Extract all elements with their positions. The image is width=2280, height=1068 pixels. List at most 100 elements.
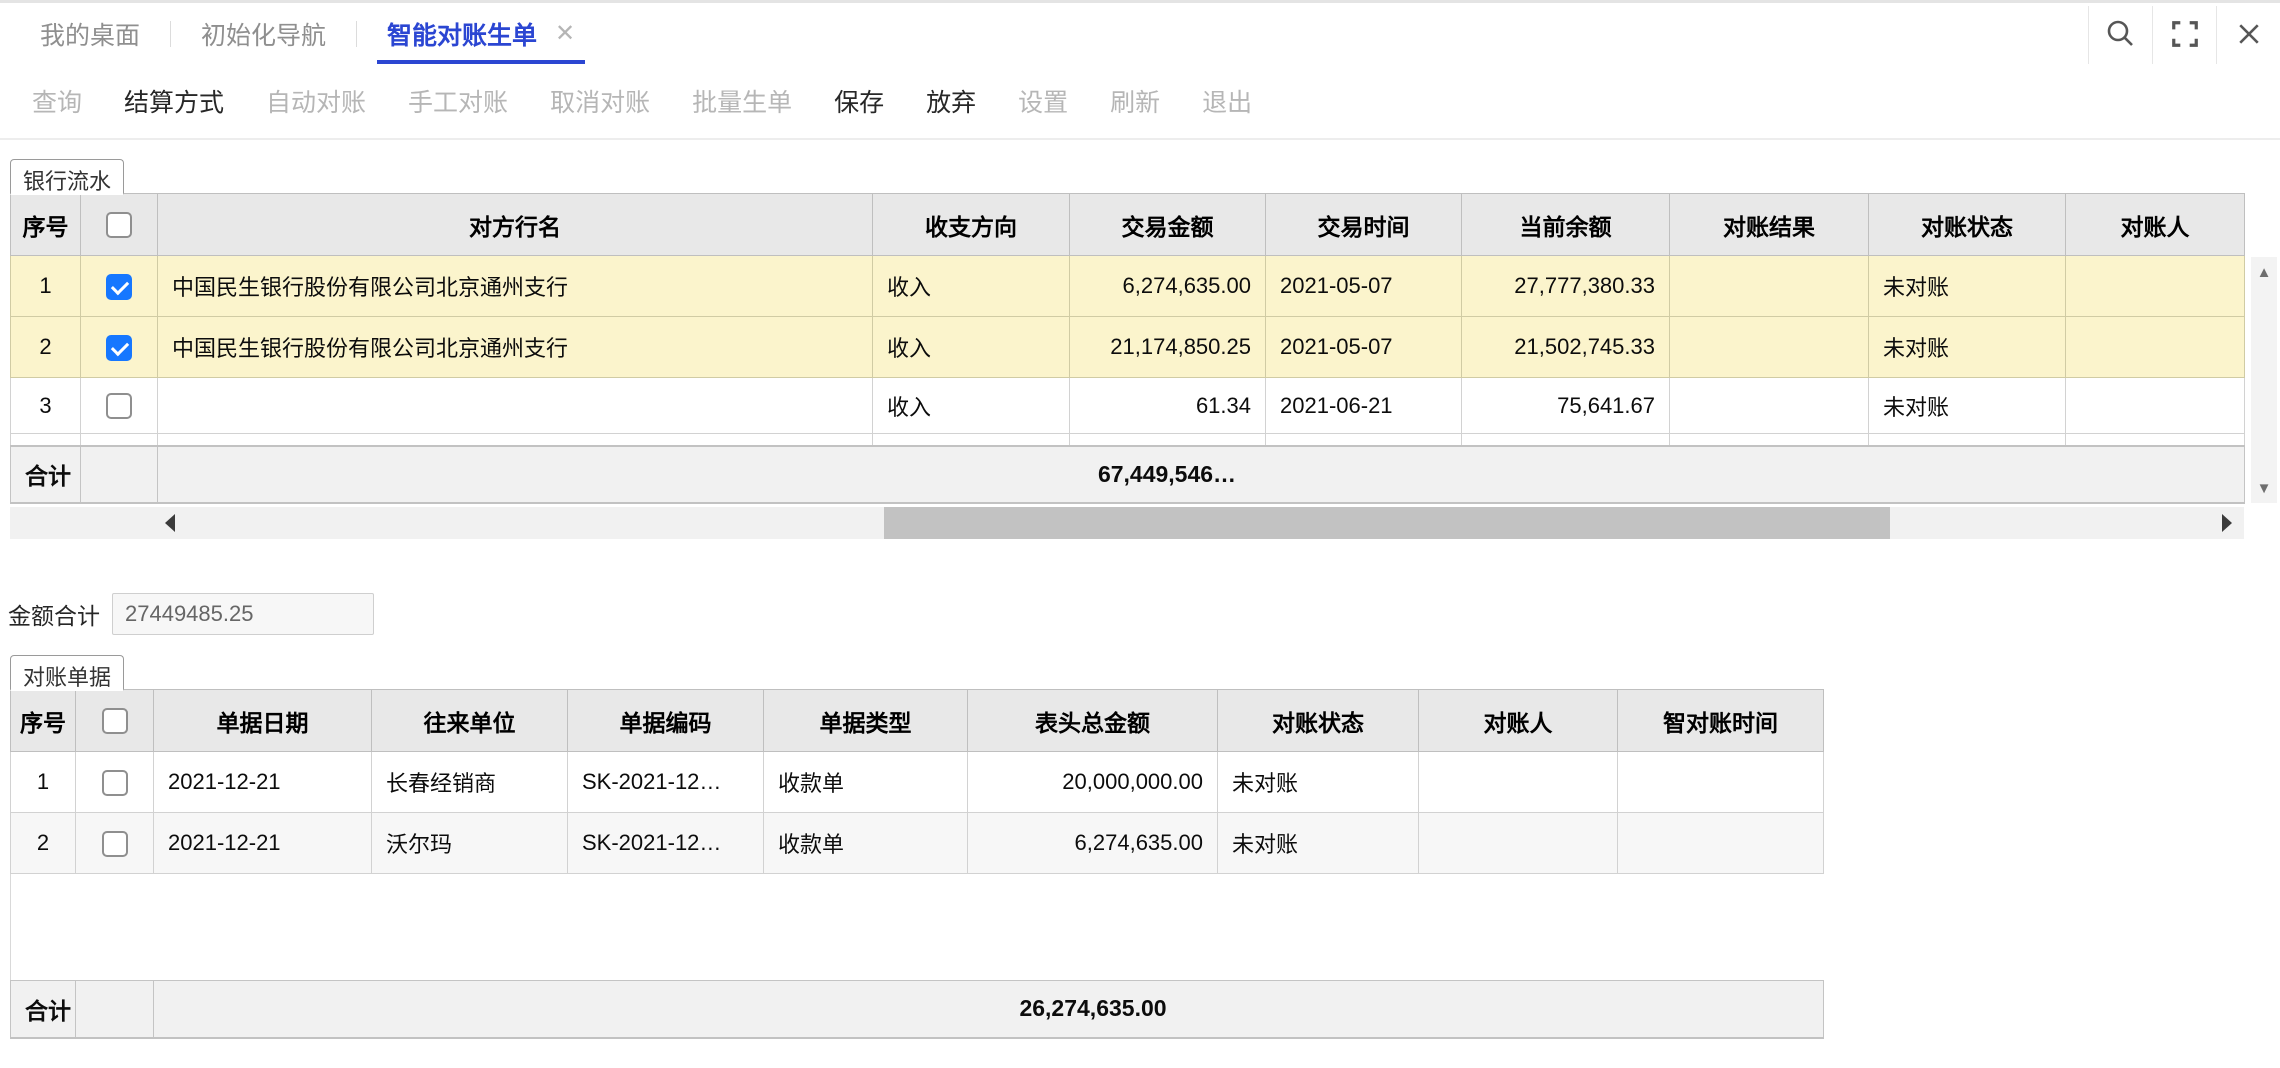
bank-header-row: 序号 对方行名 收支方向 交易金额 交易时间 当前余额 对账结果 对账状态 对账… [11, 194, 2245, 256]
horizontal-scrollbar[interactable] [10, 507, 2244, 539]
scroll-down-icon[interactable]: ▼ [2251, 473, 2277, 503]
search-button[interactable] [2088, 6, 2152, 67]
cell-time [1618, 813, 1824, 874]
col-code: 单据编码 [568, 690, 764, 752]
cell-date: 2021-12-21 [154, 752, 372, 813]
cell-amount: 20,000,000.00 [968, 752, 1218, 813]
col-person: 对账人 [1419, 690, 1618, 752]
window-tab-bar: 我的桌面 初始化导航 智能对账生单 ✕ [0, 0, 2280, 64]
cell-bank-name: 中国民生银行股份有限公司北京通州支行 [158, 256, 873, 317]
discard-button[interactable]: 放弃 [926, 83, 976, 119]
settlement-method-button[interactable]: 结算方式 [124, 83, 224, 119]
cell-person [2066, 317, 2245, 378]
col-seq: 序号 [11, 194, 81, 256]
close-button[interactable] [2216, 6, 2280, 67]
col-status: 对账状态 [1869, 194, 2066, 256]
tab-init-nav[interactable]: 初始化导航 [195, 3, 332, 64]
cell-balance: 21,502,745.33 [1462, 317, 1670, 378]
tab-label: 初始化导航 [201, 16, 326, 52]
auto-reconcile-button[interactable]: 自动对账 [266, 83, 366, 119]
cell-time: 2021-06-21 [1266, 378, 1462, 434]
col-balance: 当前余额 [1462, 194, 1670, 256]
col-partner: 往来单位 [372, 690, 568, 752]
tab-divider [356, 21, 357, 47]
cell-status: 未对账 [1218, 752, 1419, 813]
toolbar: 查询 结算方式 自动对账 手工对账 取消对账 批量生单 保存 放弃 设置 刷新 … [0, 64, 2280, 140]
col-select-all [81, 194, 158, 256]
vertical-scrollbar[interactable]: ▲ ▼ [2251, 257, 2277, 503]
cell-code: SK-2021-12… [568, 752, 764, 813]
window-buttons [2088, 6, 2280, 67]
close-icon [2235, 20, 2263, 53]
batch-generate-button[interactable]: 批量生单 [692, 83, 792, 119]
cell-direction: 收入 [873, 256, 1070, 317]
cell-seq: 3 [11, 378, 81, 434]
amount-total-label: 金额合计 [8, 597, 100, 631]
cell-seq: 1 [11, 752, 76, 813]
scrollbar-thumb[interactable] [884, 507, 1890, 539]
col-direction: 收支方向 [873, 194, 1070, 256]
tab-label: 智能对账生单 [387, 16, 537, 52]
cell-amount: 21,174,850.25 [1070, 317, 1266, 378]
bank-row-3[interactable]: 3 收入 61.34 2021-06-21 75,641.67 未对账 [11, 378, 2245, 434]
tab-close-icon[interactable]: ✕ [555, 19, 575, 48]
exit-button[interactable]: 退出 [1202, 83, 1252, 119]
col-amount: 表头总金额 [968, 690, 1218, 752]
select-all-checkbox[interactable] [106, 212, 132, 238]
cell-amount: 61.34 [1070, 378, 1266, 434]
cell-result [1670, 256, 1869, 317]
tab-my-desktop[interactable]: 我的桌面 [34, 3, 146, 64]
documents-section-tab[interactable]: 对账单据 [10, 655, 124, 691]
bank-row-2[interactable]: 2 中国民生银行股份有限公司北京通州支行 收入 21,174,850.25 20… [11, 317, 2245, 378]
cell-bank-name: 中国民生银行股份有限公司北京通州支行 [158, 317, 873, 378]
tab-smart-reconciliation[interactable]: 智能对账生单 ✕ [381, 3, 581, 64]
select-all-checkbox[interactable] [102, 708, 128, 734]
cell-type: 收款单 [764, 813, 968, 874]
col-seq: 序号 [11, 690, 76, 752]
documents-table: 序号 单据日期 往来单位 单据编码 单据类型 表头总金额 对账状态 对账人 智对… [10, 689, 1824, 874]
manual-reconcile-button[interactable]: 手工对账 [408, 83, 508, 119]
row-checkbox[interactable] [106, 393, 132, 419]
amount-total-row: 金额合计 [8, 592, 374, 636]
doc-header-row: 序号 单据日期 往来单位 单据编码 单据类型 表头总金额 对账状态 对账人 智对… [11, 690, 1824, 752]
cell-result [1670, 317, 1869, 378]
cell-direction: 收入 [873, 378, 1070, 434]
refresh-button[interactable]: 刷新 [1110, 83, 1160, 119]
total-label: 合计 [11, 981, 76, 1038]
fullscreen-button[interactable] [2152, 6, 2216, 67]
doc-row-1[interactable]: 1 2021-12-21 长春经销商 SK-2021-12… 收款单 20,00… [11, 752, 1824, 813]
scroll-right-icon[interactable] [2222, 514, 2232, 532]
save-button[interactable]: 保存 [834, 83, 884, 119]
bank-filler-row [11, 434, 2245, 446]
scroll-up-icon[interactable]: ▲ [2251, 257, 2277, 287]
col-type: 单据类型 [764, 690, 968, 752]
cell-person [1419, 813, 1618, 874]
bank-row-1[interactable]: 1 中国民生银行股份有限公司北京通州支行 收入 6,274,635.00 202… [11, 256, 2245, 317]
row-checkbox[interactable] [106, 274, 132, 300]
col-result: 对账结果 [1670, 194, 1869, 256]
bank-flow-section-tab[interactable]: 银行流水 [10, 159, 124, 195]
cell-person [1419, 752, 1618, 813]
cell-time: 2021-05-07 [1266, 256, 1462, 317]
doc-total-amount: 26,274,635.00 [968, 981, 1218, 1037]
row-checkbox[interactable] [102, 831, 128, 857]
col-bank-name: 对方行名 [158, 194, 873, 256]
cancel-reconcile-button[interactable]: 取消对账 [550, 83, 650, 119]
row-checkbox[interactable] [106, 335, 132, 361]
settings-button[interactable]: 设置 [1018, 83, 1068, 119]
doc-row-2[interactable]: 2 2021-12-21 沃尔玛 SK-2021-12… 收款单 6,274,6… [11, 813, 1824, 874]
scroll-left-icon[interactable] [165, 514, 175, 532]
query-button[interactable]: 查询 [32, 83, 82, 119]
fullscreen-icon [2170, 19, 2200, 54]
cell-status: 未对账 [1869, 378, 2066, 434]
col-time: 智对账时间 [1618, 690, 1824, 752]
tab-divider [170, 21, 171, 47]
cell-balance: 75,641.67 [1462, 378, 1670, 434]
row-checkbox[interactable] [102, 770, 128, 796]
col-select-all [76, 690, 154, 752]
amount-total-input[interactable] [112, 593, 374, 635]
cell-direction: 收入 [873, 317, 1070, 378]
documents-total-table: 合计 26,274,635.00 [10, 980, 1824, 1039]
cell-time: 2021-05-07 [1266, 317, 1462, 378]
cell-partner: 沃尔玛 [372, 813, 568, 874]
